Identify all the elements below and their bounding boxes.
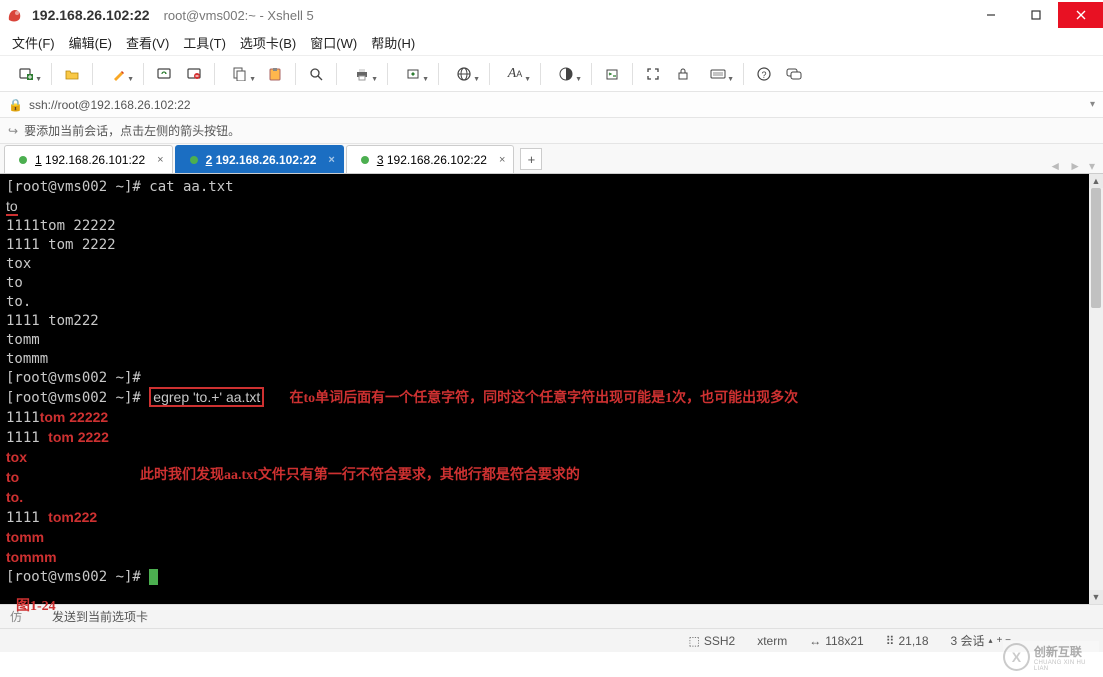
address-text: ssh://root@192.168.26.102:22 [29, 98, 191, 112]
toolbar-separator [51, 63, 52, 85]
app-icon [6, 6, 24, 24]
titlebar: 192.168.26.102:22 root@vms002:~ - Xshell… [0, 0, 1103, 30]
toolbar-separator [387, 63, 388, 85]
session-tabbar: 1 192.168.26.101:22 × 2 192.168.26.102:2… [0, 144, 1103, 174]
copy-icon[interactable]: ▼ [222, 61, 258, 87]
toolbar-separator [295, 63, 296, 85]
new-session-icon[interactable]: ▼ [8, 61, 44, 87]
tab-close-icon[interactable]: × [328, 154, 334, 166]
transfer-icon[interactable]: ▼ [395, 61, 431, 87]
scroll-thumb[interactable] [1091, 188, 1101, 308]
scrollbar[interactable]: ▲ ▼ [1089, 174, 1103, 604]
window-title-main: 192.168.26.102:22 [32, 7, 150, 23]
scroll-down-icon[interactable]: ▼ [1089, 590, 1103, 604]
reconnect-icon[interactable] [151, 61, 177, 87]
forum-icon[interactable] [781, 61, 807, 87]
svg-text:?: ? [761, 70, 766, 80]
paste-icon[interactable] [262, 61, 288, 87]
status-position: ⠿21,18 [886, 634, 929, 648]
hintbar: ↪ 要添加当前会话，点击左侧的箭头按钮。 [0, 118, 1103, 144]
toolbar-separator [632, 63, 633, 85]
status-protocol: ⬚SSH2 [688, 634, 735, 648]
session-tab-1[interactable]: 1 192.168.26.101:22 × [4, 145, 173, 173]
status-term: xterm [757, 634, 787, 648]
watermark-logo-icon: X [1003, 643, 1030, 671]
toolbar-separator [92, 63, 93, 85]
menu-help[interactable]: 帮助(H) [371, 33, 415, 52]
add-tab-button[interactable]: + [520, 148, 542, 170]
compose-bar[interactable]: 仿 发送到当前选项卡 [0, 604, 1103, 628]
script-icon[interactable] [599, 61, 625, 87]
status-dot-icon [19, 156, 27, 164]
scroll-up-icon[interactable]: ▲ [1089, 174, 1103, 188]
toolbar: ▼ ▼ ▼ ▼ ▼ ▼ AA▼ ▼ ▼ ? [0, 56, 1103, 92]
maximize-button[interactable] [1013, 2, 1058, 28]
terminal-area[interactable]: [root@vms002 ~]# cat aa.txt to 1111tom 2… [0, 174, 1103, 604]
toolbar-separator [743, 63, 744, 85]
bookmark-icon[interactable]: ↪ [8, 124, 18, 138]
toolbar-separator [489, 63, 490, 85]
menu-view[interactable]: 查看(V) [126, 33, 169, 52]
status-sessions: 3 会话 ▴+ − [951, 632, 1012, 649]
help-icon[interactable]: ? [751, 61, 777, 87]
hint-text: 要添加当前会话，点击左侧的箭头按钮。 [24, 122, 240, 139]
window-title-sub: root@vms002:~ - Xshell 5 [164, 8, 314, 23]
lock-small-icon: 🔒 [8, 98, 23, 112]
toolbar-separator [214, 63, 215, 85]
menu-tabs[interactable]: 选项卡(B) [240, 33, 296, 52]
disconnect-icon[interactable] [181, 61, 207, 87]
properties-icon[interactable]: ▼ [100, 61, 136, 87]
tab-nav-arrows[interactable]: ◄►▾ [1049, 159, 1095, 173]
toolbar-separator [143, 63, 144, 85]
keyboard-icon[interactable]: ▼ [700, 61, 736, 87]
menu-window[interactable]: 窗口(W) [310, 33, 357, 52]
menu-tools[interactable]: 工具(T) [183, 33, 226, 52]
toolbar-separator [540, 63, 541, 85]
annotation-text: 此时我们发现aa.txt文件只有第一行不符合要求，其他行都是符合要求的 [140, 464, 580, 484]
statusbar: ⬚SSH2 xterm ↔118x21 ⠿21,18 3 会话 ▴+ − [0, 628, 1103, 652]
font-icon[interactable]: AA▼ [497, 61, 533, 87]
encoding-icon[interactable]: ▼ [446, 61, 482, 87]
status-dot-icon [361, 156, 369, 164]
status-size: ↔118x21 [809, 634, 863, 648]
minimize-button[interactable] [968, 2, 1013, 28]
compose-text: 发送到当前选项卡 [52, 608, 148, 625]
toolbar-separator [438, 63, 439, 85]
menu-file[interactable]: 文件(F) [12, 33, 55, 52]
lock-icon[interactable] [670, 61, 696, 87]
figure-label: 图1-24 [16, 595, 56, 615]
toolbar-separator [336, 63, 337, 85]
session-tab-2[interactable]: 2 192.168.26.102:22 × [175, 145, 344, 173]
tab-close-icon[interactable]: × [499, 154, 505, 166]
addressbar[interactable]: 🔒 ssh://root@192.168.26.102:22 ▾ [0, 92, 1103, 118]
session-tab-3[interactable]: 3 192.168.26.102:22 × [346, 145, 515, 173]
watermark: X 创新互联 CHUANG XIN HU LIAN [1003, 641, 1099, 673]
search-icon[interactable] [303, 61, 329, 87]
window-controls [968, 2, 1103, 28]
fullscreen-icon[interactable] [640, 61, 666, 87]
color-scheme-icon[interactable]: ▼ [548, 61, 584, 87]
open-icon[interactable] [59, 61, 85, 87]
menubar: 文件(F) 编辑(E) 查看(V) 工具(T) 选项卡(B) 窗口(W) 帮助(… [0, 30, 1103, 56]
address-dropdown-arrow[interactable]: ▾ [1090, 99, 1095, 110]
close-button[interactable] [1058, 2, 1103, 28]
status-dot-icon [190, 156, 198, 164]
toolbar-separator [591, 63, 592, 85]
menu-edit[interactable]: 编辑(E) [69, 33, 112, 52]
print-icon[interactable]: ▼ [344, 61, 380, 87]
tab-close-icon[interactable]: × [157, 154, 163, 166]
